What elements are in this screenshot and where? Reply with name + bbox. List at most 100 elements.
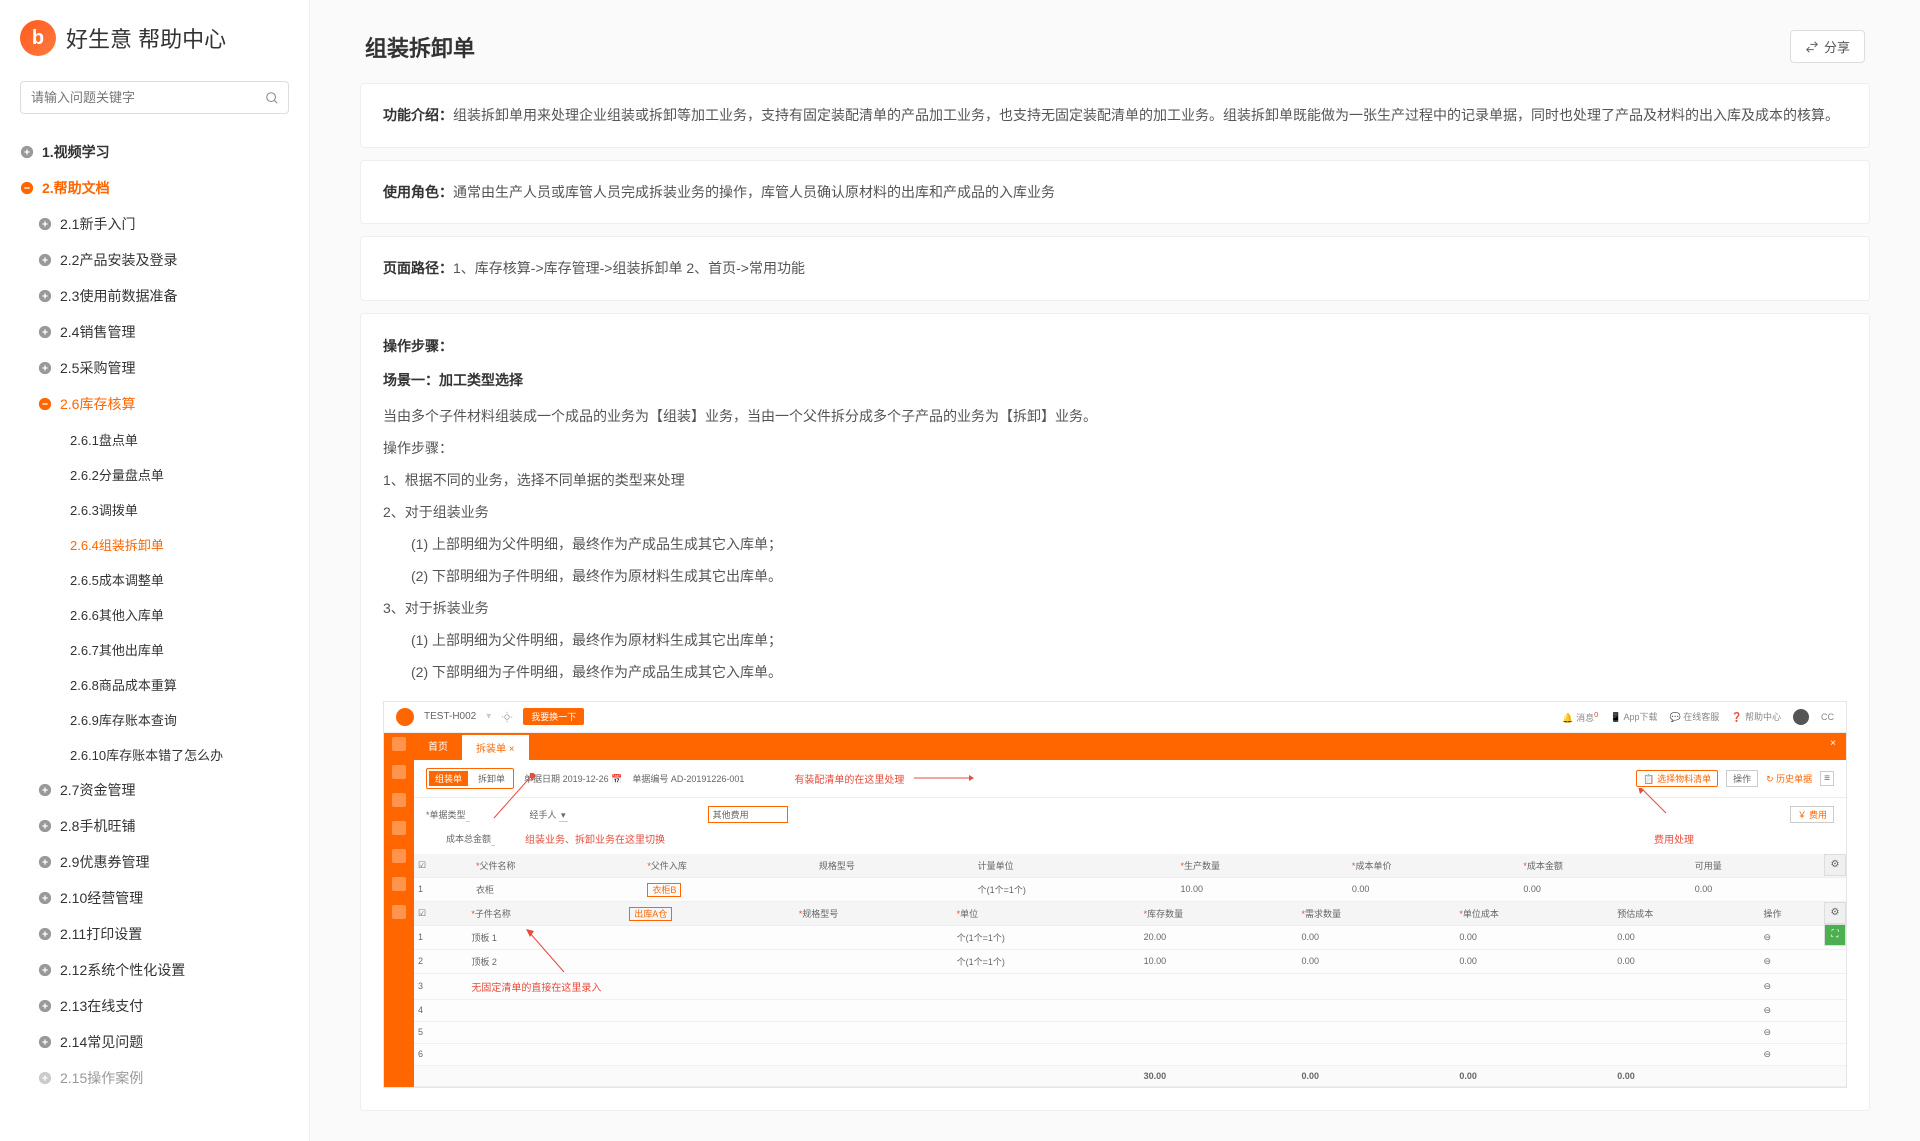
nav-2-5[interactable]: 2.5采购管理 — [20, 350, 289, 386]
nav-helpdoc[interactable]: 2.帮助文档 — [20, 170, 289, 206]
ss-topbar: TEST-H002 ▾ 我要换一下 🔔 消息0 📱 App下载 💬 在线客服 ❓… — [384, 702, 1846, 733]
nav-label: 2.2产品安装及登录 — [60, 250, 177, 270]
ss-date-val: 2019-12-26 — [563, 774, 609, 784]
home-icon — [392, 737, 406, 751]
ss-msg: 消息 — [1576, 713, 1594, 723]
share-icon — [1805, 40, 1819, 54]
nav-label: 2.6.6其他入库单 — [70, 605, 164, 624]
ss-child-table: ☑子件名称出库A仓规格型号单位库存数量需求数量单位成本预估成本操作 1顶板 1个… — [414, 902, 1846, 1087]
nav-label: 2.6.9库存账本查询 — [70, 710, 177, 729]
ss-help: 帮助中心 — [1745, 712, 1781, 722]
share-button[interactable]: 分享 — [1790, 30, 1865, 63]
ss-fee-btn: ￥ 费用 — [1790, 806, 1834, 823]
nav-2-6-8[interactable]: 2.6.8商品成本重算 — [20, 667, 289, 702]
ss-op-btn: 操作 — [1726, 770, 1758, 787]
role-text: 通常由生产人员或库管人员完成拆装业务的操作，库管人员确认原材料的出库和产成品的入… — [453, 184, 1055, 200]
nav-video[interactable]: 1.视频学习 — [20, 134, 289, 170]
ss-history: 历史单据 — [1776, 774, 1812, 784]
ss-logo-icon — [396, 708, 414, 726]
nav-2-6-3[interactable]: 2.6.3调拨单 — [20, 492, 289, 527]
intro-box: 功能介绍：组装拆卸单用来处理企业组装或拆卸等加工业务，支持有固定装配清单的产品加… — [360, 83, 1870, 148]
nav-label: 2.6.7其他出库单 — [70, 640, 164, 659]
nav-2-11[interactable]: 2.11打印设置 — [20, 916, 289, 952]
steps-title: 操作步骤： — [383, 336, 1847, 356]
page-title: 组装拆卸单 — [365, 31, 475, 63]
nav-2-6-10[interactable]: 2.6.10库存账本错了怎么办 — [20, 737, 289, 772]
nav-2-6[interactable]: 2.6库存核算 — [20, 386, 289, 422]
nav-2-6-9[interactable]: 2.6.9库存账本查询 — [20, 702, 289, 737]
ss-annotation-2: 组装业务、拆卸业务在这里切换 — [525, 831, 665, 846]
step-3-1: (1) 上部明细为父件明细，最终作为原材料生成其它出库单； — [383, 626, 1847, 654]
minus-icon — [20, 181, 34, 195]
nav-2-14[interactable]: 2.14常见问题 — [20, 1024, 289, 1060]
expand-icon: ⛶ — [1824, 924, 1846, 946]
scene1-desc: 当由多个子件材料组装成一个成品的业务为【组装】业务，当由一个父件拆分成多个子产品… — [383, 402, 1847, 430]
intro-text: 组装拆卸单用来处理企业组装或拆卸等加工业务，支持有固定装配清单的产品加工业务，也… — [453, 107, 1839, 123]
nav-2-1[interactable]: 2.1新手入门 — [20, 206, 289, 242]
plus-icon — [38, 927, 52, 941]
settings-icon: ⚙ — [1824, 902, 1846, 924]
nav-2-6-2[interactable]: 2.6.2分量盘点单 — [20, 457, 289, 492]
nav-label: 2.帮助文档 — [42, 178, 110, 198]
search-box — [20, 81, 289, 114]
main-content: 组装拆卸单 分享 功能介绍：组装拆卸单用来处理企业组装或拆卸等加工业务，支持有固… — [310, 0, 1920, 1141]
nav-label: 2.10经营管理 — [60, 888, 143, 908]
nav-label: 2.6.3调拨单 — [70, 500, 138, 519]
step-2: 2、对于组装业务 — [383, 498, 1847, 526]
nav-icon — [392, 793, 406, 807]
nav-icon — [392, 877, 406, 891]
nav-label: 2.6.5成本调整单 — [70, 570, 164, 589]
gear-icon — [501, 711, 513, 723]
plus-icon — [38, 253, 52, 267]
ss-tab-active: 拆装单 × — [462, 733, 529, 760]
nav-2-10[interactable]: 2.10经营管理 — [20, 880, 289, 916]
sub-title: 操作步骤： — [383, 434, 1847, 462]
nav-icon — [392, 765, 406, 779]
nav-2-6-1[interactable]: 2.6.1盘点单 — [20, 422, 289, 457]
nav-2-12[interactable]: 2.12系统个性化设置 — [20, 952, 289, 988]
nav-label: 2.6.4组装拆卸单 — [70, 535, 164, 554]
nav-label: 2.7资金管理 — [60, 780, 135, 800]
nav-2-4[interactable]: 2.4销售管理 — [20, 314, 289, 350]
nav-2-15[interactable]: 2.15操作案例 — [20, 1060, 289, 1096]
path-text: 1、库存核算->库存管理->组装拆卸单 2、首页->常用功能 — [453, 260, 805, 276]
ss-radio-assemble: 组装单 — [429, 771, 468, 786]
plus-icon — [38, 217, 52, 231]
search-input[interactable] — [20, 81, 289, 114]
nav-label: 2.6库存核算 — [60, 394, 135, 414]
nav-2-6-6[interactable]: 2.6.6其他入库单 — [20, 597, 289, 632]
intro-label: 功能介绍： — [383, 107, 453, 123]
nav-2-2[interactable]: 2.2产品安装及登录 — [20, 242, 289, 278]
plus-icon — [38, 819, 52, 833]
nav-icon — [392, 821, 406, 835]
nav-2-3[interactable]: 2.3使用前数据准备 — [20, 278, 289, 314]
nav-2-6-7[interactable]: 2.6.7其他出库单 — [20, 632, 289, 667]
nav-2-9[interactable]: 2.9优惠券管理 — [20, 844, 289, 880]
path-label: 页面路径： — [383, 260, 453, 276]
nav-2-7[interactable]: 2.7资金管理 — [20, 772, 289, 808]
arrow-icon — [914, 773, 974, 783]
step-2-1: (1) 上部明细为父件明细，最终作为产成品生成其它入库单； — [383, 530, 1847, 558]
nav-label: 2.14常见问题 — [60, 1032, 143, 1052]
nav-label: 2.8手机旺铺 — [60, 816, 135, 836]
nav-label: 2.1新手入门 — [60, 214, 135, 234]
plus-icon — [38, 1035, 52, 1049]
ss-tab-home: 首页 — [414, 733, 462, 760]
nav-2-6-5[interactable]: 2.6.5成本调整单 — [20, 562, 289, 597]
logo-text: 好生意 帮助中心 — [66, 22, 226, 54]
nav-2-6-4[interactable]: 2.6.4组装拆卸单 — [20, 527, 289, 562]
search-icon — [265, 91, 279, 105]
arrow-icon — [484, 773, 544, 823]
ss-bom-btn: 📋 选择物料清单 — [1636, 770, 1718, 787]
arrow-icon — [1636, 788, 1676, 818]
ss-code-label: 单据编号 — [632, 774, 668, 784]
sidebar: b 好生意 帮助中心 1.视频学习 2.帮助文档 2.1新手入门 2.2产品安装… — [0, 0, 310, 1141]
minus-icon — [38, 397, 52, 411]
plus-icon — [38, 999, 52, 1013]
plus-icon — [38, 963, 52, 977]
embedded-screenshot: TEST-H002 ▾ 我要换一下 🔔 消息0 📱 App下载 💬 在线客服 ❓… — [383, 701, 1847, 1088]
nav-2-13[interactable]: 2.13在线支付 — [20, 988, 289, 1024]
nav-label: 2.6.1盘点单 — [70, 430, 138, 449]
ss-annotation-3: 费用处理 — [1654, 831, 1694, 846]
nav-2-8[interactable]: 2.8手机旺铺 — [20, 808, 289, 844]
